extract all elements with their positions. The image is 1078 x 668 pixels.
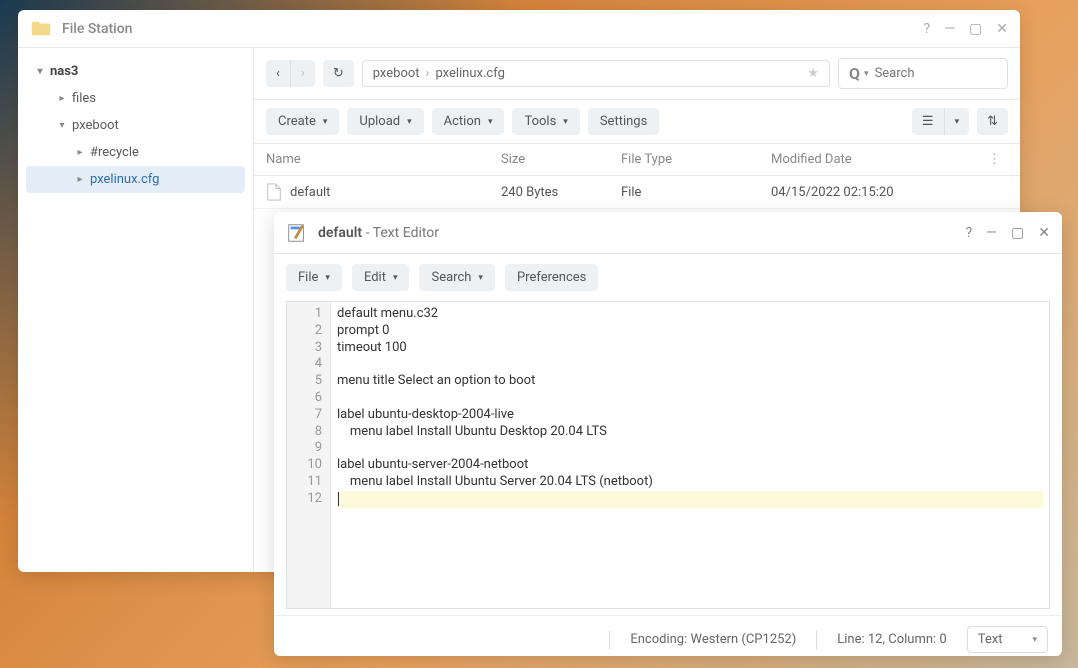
back-button[interactable]: ‹	[266, 60, 291, 87]
create-button[interactable]: Create▾	[266, 108, 339, 135]
search-box[interactable]: Q ▾	[838, 58, 1008, 89]
cursor-position: Line: 12, Column: 0	[837, 632, 946, 647]
close-icon[interactable]: ✕	[1038, 225, 1050, 241]
star-icon[interactable]: ★	[807, 66, 819, 81]
refresh-button[interactable]: ↻	[323, 60, 354, 87]
table-row[interactable]: default 240 Bytes File 04/15/2022 02:15:…	[254, 176, 1020, 209]
header-type[interactable]: File Type	[621, 152, 771, 167]
column-menu-icon[interactable]: ⋮	[988, 152, 1008, 167]
app-title: File Station	[62, 21, 923, 37]
header-name[interactable]: Name	[266, 152, 501, 167]
search-input[interactable]	[875, 66, 997, 81]
folder-tree: ▾ nas3 ▸ files ▾ pxeboot ▸ #recycle ▸ px…	[18, 48, 254, 572]
tree-item-pxeboot[interactable]: ▾ pxeboot	[26, 112, 245, 139]
file-station-titlebar[interactable]: File Station ? — ▢ ✕	[18, 10, 1020, 48]
text-editor-titlebar[interactable]: default - Text Editor ? — ▢ ✕	[274, 212, 1062, 254]
sort-button[interactable]: ⇅	[977, 108, 1008, 135]
tree-item-files[interactable]: ▸ files	[26, 85, 245, 112]
chevron-right-icon: ▸	[74, 174, 86, 185]
editor-title: default - Text Editor	[318, 225, 965, 241]
text-editor-app-icon	[286, 222, 308, 244]
nav-toolbar: ‹ › ↻ pxeboot › pxelinux.cfg ★ Q ▾	[254, 48, 1020, 100]
list-view-button[interactable]: ☰	[912, 108, 945, 135]
chevron-down-icon: ▾	[34, 66, 46, 77]
breadcrumb[interactable]: pxeboot › pxelinux.cfg ★	[362, 60, 830, 87]
tools-button[interactable]: Tools▾	[512, 108, 579, 135]
editor-statusbar: Encoding: Western (CP1252) Line: 12, Col…	[274, 615, 1062, 663]
tree-root[interactable]: ▾ nas3	[26, 58, 245, 85]
maximize-icon[interactable]: ▢	[969, 21, 982, 37]
editor-menubar: File▾ Edit▾ Search▾ Preferences	[274, 254, 1062, 301]
minimize-icon[interactable]: —	[944, 21, 955, 37]
edit-menu[interactable]: Edit▾	[352, 264, 410, 291]
file-table: Name Size File Type Modified Date ⋮ defa…	[254, 143, 1020, 209]
syntax-mode-dropdown[interactable]: Text ▾	[967, 626, 1048, 653]
settings-button[interactable]: Settings	[588, 108, 659, 135]
search-menu[interactable]: Search▾	[419, 264, 494, 291]
text-editor-window: default - Text Editor ? — ▢ ✕ File▾ Edit…	[274, 212, 1062, 656]
search-icon: Q	[849, 64, 860, 83]
preferences-button[interactable]: Preferences	[505, 264, 598, 291]
tree-item-pxelinux-cfg[interactable]: ▸ pxelinux.cfg	[26, 166, 245, 193]
action-button[interactable]: Action▾	[432, 108, 505, 135]
close-icon[interactable]: ✕	[996, 21, 1008, 37]
chevron-right-icon: ›	[426, 66, 430, 81]
file-menu[interactable]: File▾	[286, 264, 342, 291]
chevron-down-icon: ▾	[56, 120, 68, 131]
view-dropdown[interactable]: ▾	[945, 108, 970, 135]
chevron-right-icon: ▸	[56, 93, 68, 104]
code-area[interactable]: default menu.c32prompt 0timeout 100menu …	[331, 302, 1049, 608]
chevron-down-icon: ▾	[1032, 635, 1037, 645]
action-toolbar: Create▾ Upload▾ Action▾ Tools▾ Settings …	[254, 100, 1020, 143]
minimize-icon[interactable]: —	[986, 225, 997, 241]
chevron-right-icon: ▸	[74, 147, 86, 158]
forward-button[interactable]: ›	[291, 60, 315, 87]
header-date[interactable]: Modified Date	[771, 152, 988, 167]
header-size[interactable]: Size	[501, 152, 621, 167]
file-icon	[266, 183, 282, 201]
tree-item-recycle[interactable]: ▸ #recycle	[26, 139, 245, 166]
help-icon[interactable]: ?	[965, 225, 972, 241]
chevron-down-icon[interactable]: ▾	[864, 69, 869, 79]
folder-app-icon	[30, 18, 52, 40]
help-icon[interactable]: ?	[923, 21, 930, 37]
code-editor[interactable]: 123456789101112 default menu.c32prompt 0…	[286, 301, 1050, 609]
line-gutter: 123456789101112	[287, 302, 331, 608]
upload-button[interactable]: Upload▾	[347, 108, 423, 135]
maximize-icon[interactable]: ▢	[1011, 225, 1024, 241]
table-header: Name Size File Type Modified Date ⋮	[254, 144, 1020, 176]
encoding-status: Encoding: Western (CP1252)	[630, 632, 796, 647]
